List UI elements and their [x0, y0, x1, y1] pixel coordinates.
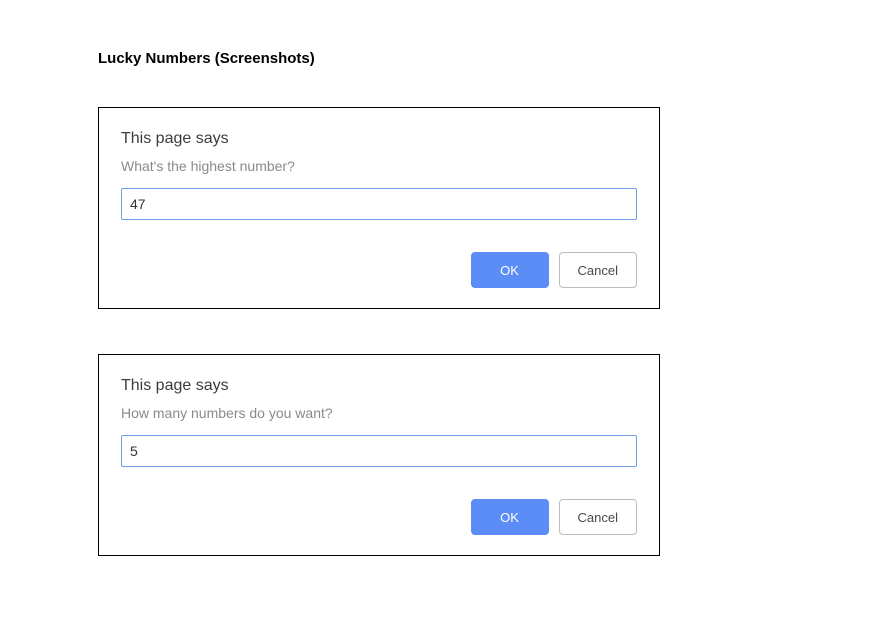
dialog-prompt-text: What's the highest number?	[121, 158, 637, 174]
prompt-dialog-highest: This page says What's the highest number…	[98, 107, 660, 309]
dialog-prompt-text: How many numbers do you want?	[121, 405, 637, 421]
dialog-button-row: OK Cancel	[121, 252, 637, 288]
prompt-dialog-count: This page says How many numbers do you w…	[98, 354, 660, 556]
dialog-title: This page says	[121, 130, 637, 148]
dialog-input[interactable]	[121, 435, 637, 467]
page-title: Lucky Numbers (Screenshots)	[98, 50, 890, 67]
dialog-button-row: OK Cancel	[121, 499, 637, 535]
ok-button[interactable]: OK	[471, 252, 549, 288]
ok-button[interactable]: OK	[471, 499, 549, 535]
dialog-title: This page says	[121, 377, 637, 395]
cancel-button[interactable]: Cancel	[559, 499, 637, 535]
dialog-input[interactable]	[121, 188, 637, 220]
cancel-button[interactable]: Cancel	[559, 252, 637, 288]
